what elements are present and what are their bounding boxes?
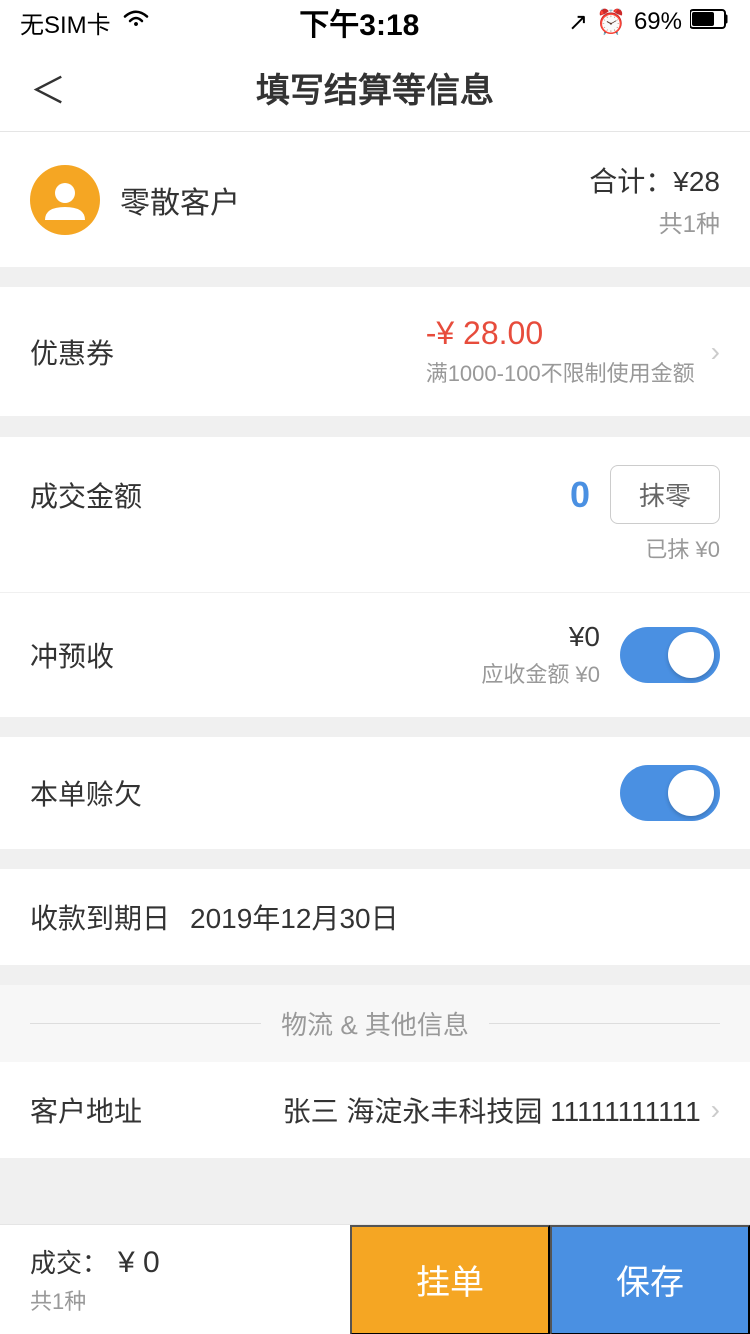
address-value: 张三 海淀永丰科技园 11111111111 (283, 1090, 701, 1130)
customer-row: 零散客户 合计：¥28 共1种 (0, 132, 750, 267)
deal-amount-value[interactable]: 0 (570, 474, 590, 516)
prereceive-row: 冲预收 ¥0 应收金额 ¥0 (0, 593, 750, 717)
debt-toggle[interactable] (620, 765, 720, 821)
no-sim-text: 无SIM卡 (20, 5, 111, 40)
duedate-section: 收款到期日 2019年12月30日 (0, 869, 750, 965)
logistics-header: 物流 & 其他信息 (0, 985, 750, 1062)
bottom-deal-amount: ¥ 0 (118, 1246, 160, 1280)
coupon-right: -¥ 28.00 满1000-100不限制使用金额 › (426, 315, 720, 388)
deal-amount-label: 成交金额 (30, 475, 142, 515)
prereceive-amounts: ¥0 应收金额 ¥0 (481, 621, 600, 689)
prereceive-label: 冲预收 (30, 635, 114, 675)
duedate-value: 2019年12月30日 (190, 897, 399, 937)
total-count: 共1种 (589, 204, 720, 239)
page-title: 填写结算等信息 (256, 63, 494, 112)
status-time: 下午3:18 (299, 0, 419, 44)
customer-left: 零散客户 (30, 165, 240, 235)
status-right: ↗ ⏰ 69% (568, 8, 730, 37)
deal-amount-section: 成交金额 0 抹零 已抹 ¥0 冲预收 ¥0 应收金额 ¥0 (0, 437, 750, 717)
coupon-value-container: -¥ 28.00 满1000-100不限制使用金额 (426, 315, 695, 388)
coupon-section: 优惠券 -¥ 28.00 满1000-100不限制使用金额 › (0, 287, 750, 417)
address-right: 张三 海淀永丰科技园 11111111111 › (283, 1090, 720, 1130)
coupon-discount: -¥ 28.00 (426, 315, 695, 352)
prereceive-sub: 应收金额 ¥0 (481, 657, 600, 689)
coupon-label: 优惠券 (30, 332, 114, 372)
duedate-row[interactable]: 收款到期日 2019年12月30日 (0, 869, 750, 965)
coupon-desc: 满1000-100不限制使用金额 (426, 356, 695, 388)
address-label: 客户地址 (30, 1090, 142, 1130)
duedate-label: 收款到期日 (30, 897, 170, 937)
hold-button[interactable]: 挂单 (350, 1225, 550, 1334)
logistics-line-left (30, 1023, 261, 1024)
bottom-deal-label: 成交： (30, 1243, 108, 1280)
battery-text: 69% (634, 8, 682, 36)
status-left: 无SIM卡 (20, 5, 151, 40)
total-amount: 合计：¥28 (589, 160, 720, 200)
debt-section: 本单赊欠 (0, 737, 750, 849)
logistics-line-right (489, 1023, 720, 1024)
deal-amount-row: 成交金额 0 抹零 已抹 ¥0 (0, 437, 750, 593)
save-button[interactable]: 保存 (550, 1225, 750, 1334)
customer-avatar (30, 165, 100, 235)
prereceive-main: ¥0 (481, 621, 600, 653)
location-icon: ↗ (568, 8, 588, 37)
bottom-summary: 成交： ¥ 0 共1种 (0, 1243, 350, 1316)
nav-bar: ＜ 填写结算等信息 (0, 44, 750, 132)
alarm-icon: ⏰ (596, 8, 626, 37)
round-button[interactable]: 抹零 (610, 465, 720, 524)
address-section[interactable]: 客户地址 张三 海淀永丰科技园 11111111111 › (0, 1062, 750, 1158)
bottom-bar: 成交： ¥ 0 共1种 挂单 保存 (0, 1224, 750, 1334)
bottom-deal-row: 成交： ¥ 0 (30, 1243, 320, 1280)
content: 零散客户 合计：¥28 共1种 优惠券 -¥ 28.00 满1000-100不限… (0, 132, 750, 1298)
customer-name: 零散客户 (120, 178, 240, 222)
battery-icon (690, 8, 730, 37)
prereceive-toggle[interactable] (620, 627, 720, 683)
back-button[interactable]: ＜ (30, 62, 66, 114)
customer-summary: 合计：¥28 共1种 (589, 160, 720, 239)
deal-amount-inner: 成交金额 0 抹零 (30, 465, 720, 524)
deal-amount-sub: 已抹 ¥0 (30, 532, 720, 564)
debt-label: 本单赊欠 (30, 773, 142, 813)
status-bar: 无SIM卡 下午3:18 ↗ ⏰ 69% (0, 0, 750, 44)
prereceive-right: ¥0 应收金额 ¥0 (481, 621, 720, 689)
bottom-count: 共1种 (30, 1284, 320, 1316)
coupon-row[interactable]: 优惠券 -¥ 28.00 满1000-100不限制使用金额 › (0, 287, 750, 417)
chevron-icon: › (711, 336, 720, 368)
logistics-text: 物流 & 其他信息 (281, 1005, 469, 1042)
wifi-icon (121, 8, 151, 37)
address-chevron-icon: › (711, 1094, 720, 1126)
